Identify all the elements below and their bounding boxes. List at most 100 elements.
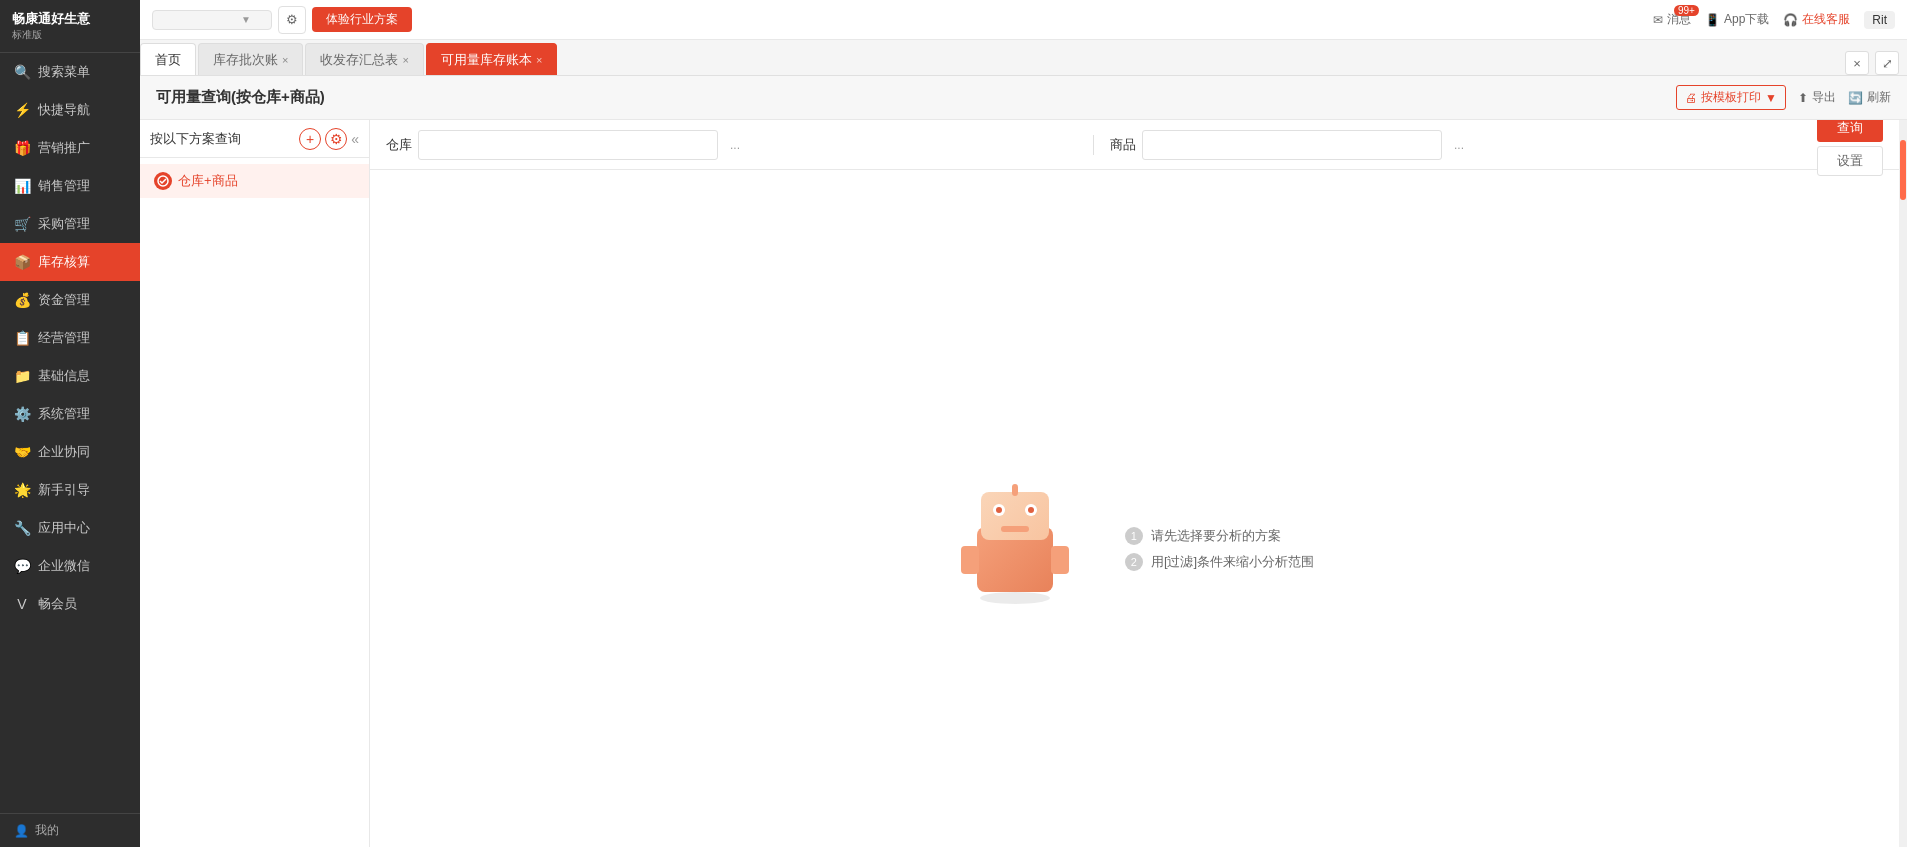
export-btn[interactable]: ⬆ 导出 [1798,89,1836,106]
scheme-actions: + ⚙ « [299,128,359,150]
header-gear-btn[interactable]: ⚙ [278,6,306,34]
tab-collect-summary-close[interactable]: × [402,54,408,66]
trial-btn[interactable]: 体验行业方案 [312,7,412,32]
refresh-icon: 🔄 [1848,91,1863,105]
sidebar-icon-marketing_promo: 🎁 [14,140,30,156]
query-area: 按以下方案查询 + ⚙ « 仓库+商品 [140,120,1907,847]
scheme-item-label: 仓库+商品 [178,172,238,190]
empty-wrapper: 1 请先选择要分析的方案 2 用[过滤]条件来缩小分析范围 [955,484,1314,614]
tab-batch-account-label: 库存批次账 [213,51,278,69]
right-scrollbar[interactable] [1899,120,1907,847]
sidebar-item-appstore[interactable]: 🔧应用中心 [0,509,140,547]
right-scrollbar-thumb[interactable] [1900,140,1906,200]
refresh-btn[interactable]: 🔄 刷新 [1848,89,1891,106]
hint-row-1: 1 请先选择要分析的方案 [1125,527,1314,545]
filter-actions: 查询 设置 [1817,120,1883,176]
sidebar-icon-purchase: 🛒 [14,216,30,232]
sidebar-item-inventory[interactable]: 📦库存核算 [0,243,140,281]
refresh-label: 刷新 [1867,89,1891,106]
sidebar-icon-enterprise: 🤝 [14,444,30,460]
filter-product-more[interactable]: ... [1448,138,1470,152]
sidebar-item-enterprise[interactable]: 🤝企业协同 [0,433,140,471]
tab-collect-summary-label: 收发存汇总表 [320,51,398,69]
header-service-btn[interactable]: 🎧 在线客服 [1783,11,1850,28]
sidebar-scroll: 🔍 搜索菜单 ⚡快捷导航 🎁 营销推广 📊销售管理 🛒 采购管理 📦库存核算💰资金管理📋经营管理… [0,53,140,813]
sidebar-item-purchase[interactable]: 🛒 采购管理 [0,205,140,243]
sidebar-item-newbie[interactable]: 🌟新手引导 [0,471,140,509]
tab-available-book[interactable]: 可用量库存账本 × [426,43,557,75]
filter-product-label: 商品 [1110,136,1136,154]
sidebar-label-search: 搜索菜单 [38,63,90,81]
sidebar-icon-member: V [14,596,30,612]
sidebar-item-operation[interactable]: 📋经营管理 [0,319,140,357]
header-search-box[interactable]: ▼ [152,10,272,30]
tab-collect-summary[interactable]: 收发存汇总表 × [305,43,423,75]
sidebar-label-purchase: 采购管理 [38,215,90,233]
tab-available-book-close[interactable]: × [536,54,542,66]
sidebar-bottom[interactable]: 👤 我的 [0,813,140,847]
sidebar-label-inventory: 库存核算 [38,253,90,271]
right-panel: 仓库 ... 商品 ... 查询 设置 [370,120,1899,847]
filter-warehouse-more[interactable]: ... [724,138,746,152]
sidebar-item-wechat[interactable]: 💬企业微信 [0,547,140,585]
scheme-list-item[interactable]: 仓库+商品 [140,164,369,198]
shadow [980,592,1050,604]
export-icon: ⬆ [1798,91,1808,105]
sidebar-icon-system: ⚙️ [14,406,30,422]
robot-arm-left [961,546,979,574]
sidebar: 畅康通好生意 标准版 🔍搜索菜单⚡快捷导航🎁营销推广📊销售管理🛒采购管理📦库存核… [0,0,140,847]
scheme-header: 按以下方案查询 + ⚙ « [140,120,369,158]
template-dropdown-icon[interactable]: ▼ [1765,91,1777,105]
page-header-actions: 🖨 按模板打印 ▼ ⬆ 导出 🔄 刷新 [1676,85,1891,110]
tab-home[interactable]: 首页 [140,43,196,75]
export-label: 导出 [1812,89,1836,106]
query-btn[interactable]: 查询 [1817,120,1883,142]
template-print-btn[interactable]: 🖨 按模板打印 ▼ [1676,85,1786,110]
scheme-collapse-btn[interactable]: « [351,131,359,147]
sidebar-label-wechat: 企业微信 [38,557,90,575]
sidebar-item-finance[interactable]: 💰资金管理 [0,281,140,319]
tabs-close-all-btn[interactable]: × [1845,51,1869,75]
filter-product-input[interactable] [1142,130,1442,160]
hint-text-2: 用[过滤]条件来缩小分析范围 [1151,553,1314,571]
header-msg-btn[interactable]: ✉ 消息 99+ [1653,11,1691,28]
scheme-item-icon [154,172,172,190]
sidebar-item-search[interactable]: 🔍 搜索菜单 [0,53,140,91]
tabs-expand-btn[interactable]: ⤢ [1875,51,1899,75]
robot-eye-right [1025,504,1037,516]
sidebar-item-basic[interactable]: 📁基础信息 [0,357,140,395]
sidebar-item-marketing_promo[interactable]: 🎁 营销推广 [0,129,140,167]
sidebar-label-shortcut: 快捷导航 [38,101,90,119]
tab-batch-account-close[interactable]: × [282,54,288,66]
robot-pupil-left [996,507,1002,513]
sidebar-label-marketing_promo: 营销推广 [38,139,90,157]
header-app-btn[interactable]: 📱 App下载 [1705,11,1769,28]
filter-warehouse-field: 仓库 ... [386,130,1077,160]
scheme-settings-btn[interactable]: ⚙ [325,128,347,150]
sidebar-item-sales[interactable]: 📊销售管理 [0,167,140,205]
msg-icon: ✉ [1653,13,1663,27]
scheme-list: 仓库+商品 [140,158,369,204]
header-dropdown-icon[interactable]: ▼ [241,14,251,25]
sidebar-item-system[interactable]: ⚙️ 系统管理 [0,395,140,433]
empty-state: 1 请先选择要分析的方案 2 用[过滤]条件来缩小分析范围 [370,170,1899,847]
empty-illustration [955,484,1075,614]
content-area: 可用量查询(按仓库+商品) 🖨 按模板打印 ▼ ⬆ 导出 🔄 刷新 [140,76,1907,847]
filter-warehouse-label: 仓库 [386,136,412,154]
header-search-input[interactable] [161,13,241,27]
sidebar-icon-search: 🔍 [14,64,30,80]
tabs-bar: 首页 库存批次账 × 收发存汇总表 × 可用量库存账本 × × ⤢ [140,40,1907,76]
sidebar-icon-finance: 💰 [14,292,30,308]
robot-eye-left [993,504,1005,516]
sidebar-label-system: 系统管理 [38,405,90,423]
sidebar-icon-sales: 📊 [14,178,30,194]
tab-batch-account[interactable]: 库存批次账 × [198,43,303,75]
sidebar-item-shortcut[interactable]: ⚡快捷导航 [0,91,140,129]
sidebar-bottom-label: 我的 [35,822,59,839]
sidebar-item-member[interactable]: V畅会员 [0,585,140,623]
filter-warehouse-input[interactable] [418,130,718,160]
sidebar-label-appstore: 应用中心 [38,519,90,537]
header-username[interactable]: Rit [1864,11,1895,29]
tab-home-label: 首页 [155,51,181,69]
scheme-add-btn[interactable]: + [299,128,321,150]
